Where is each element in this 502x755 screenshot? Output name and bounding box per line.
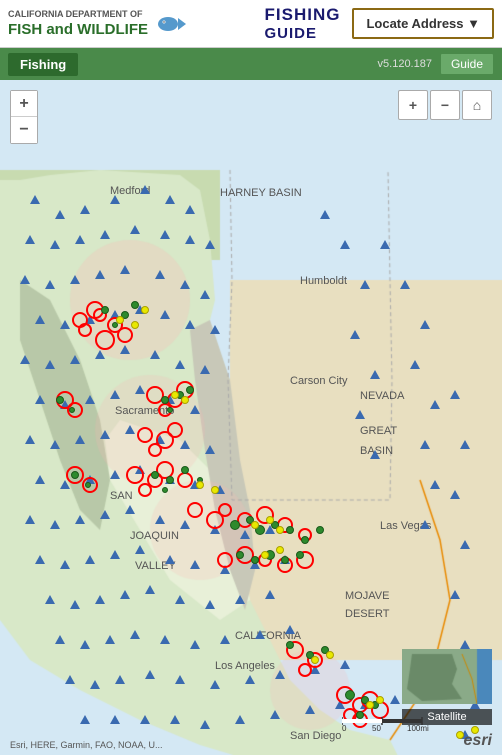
map-attribution: Esri, HERE, Garmin, FAO, NOAA, U...: [10, 740, 163, 750]
zoom-out-map-button[interactable]: −: [430, 90, 460, 120]
version-label: v5.120.187: [78, 58, 432, 70]
fish-icon: [154, 8, 186, 40]
dept-name: CALIFORNIA DEPARTMENT OF FISH and WILDLI…: [8, 9, 148, 39]
fishing-tab[interactable]: Fishing: [8, 53, 78, 76]
svg-text:50: 50: [372, 724, 381, 731]
esri-logo: esri: [464, 732, 492, 750]
home-button[interactable]: ⌂: [462, 90, 492, 120]
satellite-canvas: [402, 649, 492, 704]
zoom-controls: + −: [10, 90, 38, 144]
zoom-out-button[interactable]: −: [11, 117, 37, 143]
guide-button[interactable]: Guide: [440, 53, 494, 75]
locate-address-button[interactable]: Locate Address ▼: [352, 8, 494, 39]
map-container[interactable]: + − + − ⌂ MedfordHARNEY BASINHumboldtCar…: [0, 80, 502, 755]
svg-text:0: 0: [342, 724, 347, 731]
app-header: CALIFORNIA DEPARTMENT OF FISH and WILDLI…: [0, 0, 502, 48]
zoom-in-button[interactable]: +: [11, 91, 37, 117]
logo-area: CALIFORNIA DEPARTMENT OF FISH and WILDLI…: [8, 8, 265, 40]
map-controls-right: + − ⌂: [398, 90, 492, 120]
toolbar: Fishing v5.120.187 Guide: [0, 48, 502, 80]
svg-text:100mi: 100mi: [407, 724, 429, 731]
app-title: FISHING GUIDE: [265, 5, 341, 42]
scale-bar: 0 50 100mi: [342, 711, 442, 733]
zoom-in-map-button[interactable]: +: [398, 90, 428, 120]
